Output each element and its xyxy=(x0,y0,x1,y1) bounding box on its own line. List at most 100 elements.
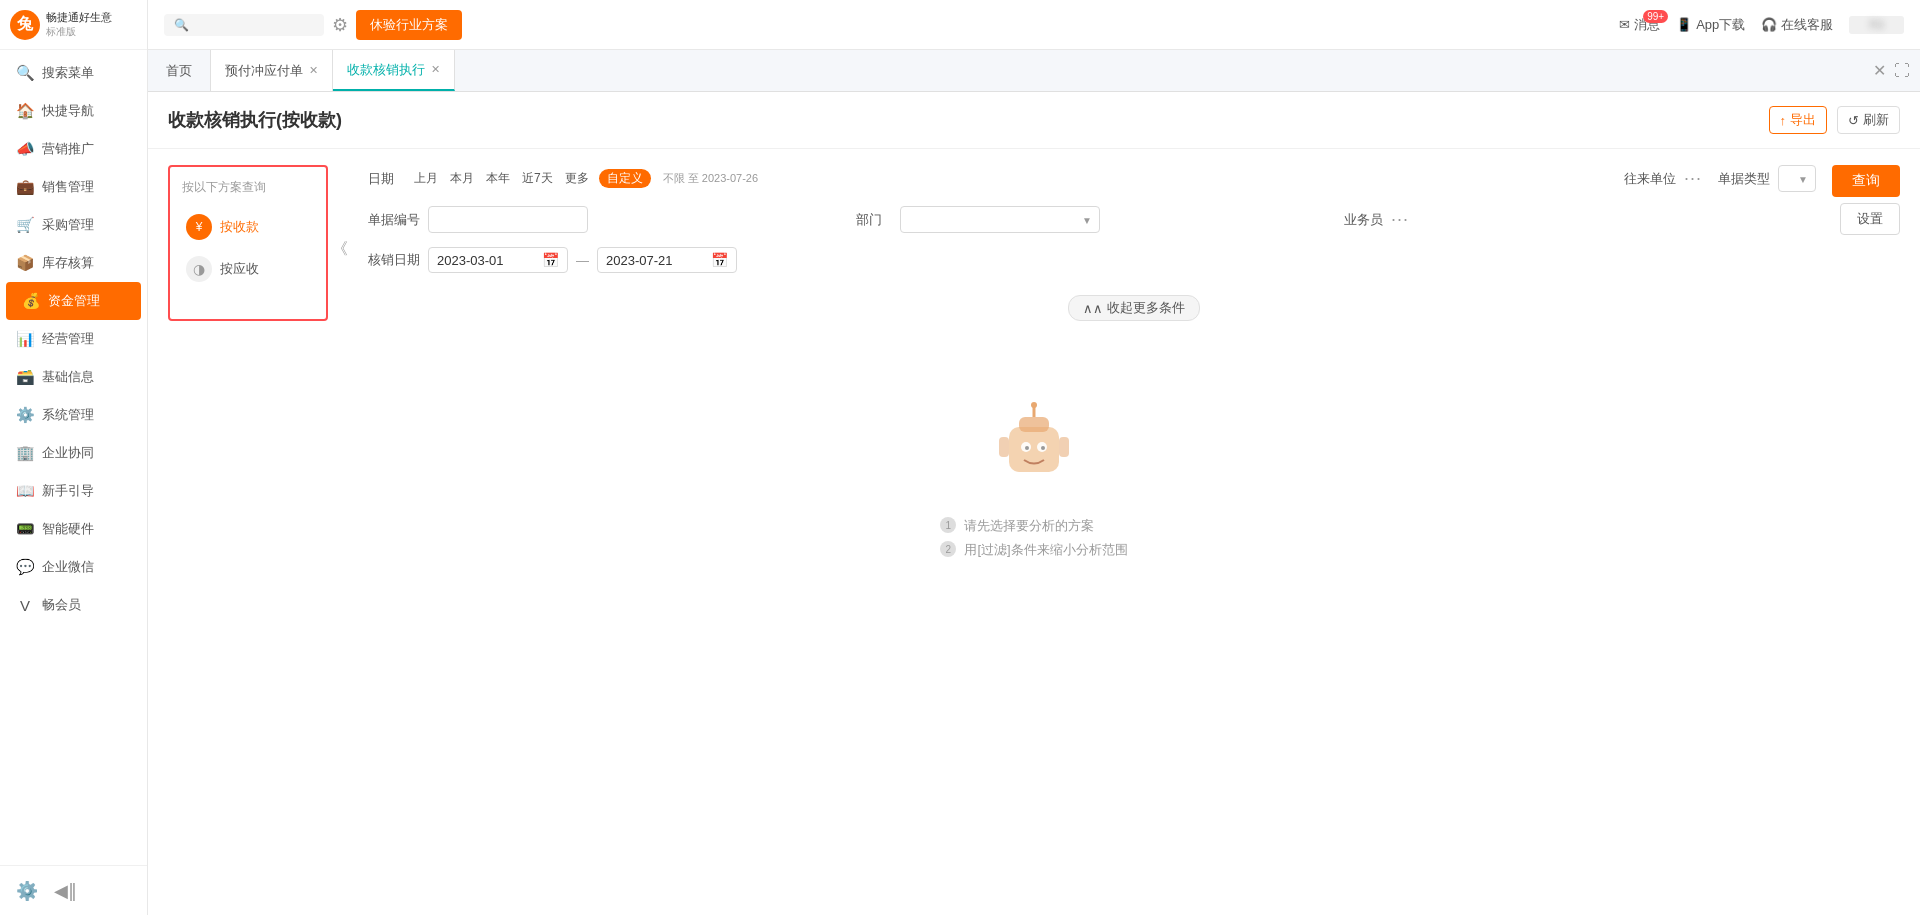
management-icon: 📊 xyxy=(16,330,34,348)
app-download-item[interactable]: 📱 App下载 xyxy=(1676,16,1745,34)
tab-verify[interactable]: 收款核销执行 ✕ xyxy=(333,50,455,91)
marketing-icon: 📣 xyxy=(16,140,34,158)
finance-icon: 💰 xyxy=(22,292,40,310)
search-icon: 🔍 xyxy=(174,18,189,32)
svg-rect-1 xyxy=(1019,417,1049,432)
tab-home[interactable]: 首页 xyxy=(148,50,211,91)
sidebar-item-hardware[interactable]: 📟 智能硬件 xyxy=(0,510,147,548)
filter-row-3: 核销日期 2023-03-01 📅 — 2023-07-21 📅 xyxy=(368,247,1816,273)
filter-row-2: 单据编号 部门 ▼ xyxy=(368,206,1816,233)
sidebar-item-enterprise[interactable]: 🏢 企业协同 xyxy=(0,434,147,472)
sidebar-item-quicknav[interactable]: 🏠 快捷导航 xyxy=(0,92,147,130)
filter-sidebar-title: 按以下方案查询 xyxy=(178,179,318,196)
calendar-to-icon[interactable]: 📅 xyxy=(711,252,728,268)
sidebar-item-management[interactable]: 📊 经营管理 xyxy=(0,320,147,358)
enterprise-icon: 🏢 xyxy=(16,444,34,462)
tab-verify-label: 收款核销执行 xyxy=(347,61,425,79)
doc-number-input[interactable] xyxy=(428,206,588,233)
query-button[interactable]: 查询 xyxy=(1832,165,1900,197)
tab-prepay-close[interactable]: ✕ xyxy=(309,64,318,77)
verify-date-label: 核销日期 xyxy=(368,251,420,269)
calendar-from-icon[interactable]: 📅 xyxy=(542,252,559,268)
shortcut-this-year[interactable]: 本年 xyxy=(484,170,512,187)
counterparty-more-icon[interactable]: ··· xyxy=(1684,168,1702,189)
tab-verify-close[interactable]: ✕ xyxy=(431,63,440,76)
sidebar-item-search[interactable]: 🔍 搜索菜单 xyxy=(0,54,147,92)
date-range-dash: — xyxy=(576,253,589,268)
sidebar-item-finance[interactable]: 💰 资金管理 xyxy=(6,282,141,320)
filter-settings-button[interactable]: 设置 xyxy=(1840,203,1900,235)
industry-button[interactable]: 休验行业方案 xyxy=(356,10,462,40)
shortcut-more[interactable]: 更多 xyxy=(563,170,591,187)
sidebar-footer: ⚙️ ◀‖ xyxy=(0,865,147,915)
collapse-sidebar-icon[interactable]: ◀‖ xyxy=(54,880,77,902)
shortcut-custom[interactable]: 自定义 xyxy=(599,169,651,188)
sidebar: 兔 畅捷通好生意 标准版 🔍 搜索菜单 🏠 快捷导航 📣 营销推广 💼 销售管理… xyxy=(0,0,148,915)
sidebar-item-management-label: 经营管理 xyxy=(42,330,94,348)
collapse-more-label: 收起更多条件 xyxy=(1107,299,1185,317)
sidebar-item-basic[interactable]: 🗃️ 基础信息 xyxy=(0,358,147,396)
sidebar-item-purchase-label: 采购管理 xyxy=(42,216,94,234)
tabbar: 首页 预付冲应付单 ✕ 收款核销执行 ✕ ✕ ⛶ xyxy=(148,50,1920,92)
settings-bottom-icon[interactable]: ⚙️ xyxy=(16,880,38,902)
sidebar-item-guide-label: 新手引导 xyxy=(42,482,94,500)
sidebar-item-inventory[interactable]: 📦 库存核算 xyxy=(0,244,147,282)
collapse-more-bar: ∧∧ 收起更多条件 xyxy=(368,287,1900,337)
sidebar-item-quicknav-label: 快捷导航 xyxy=(42,102,94,120)
sidebar-item-purchase[interactable]: 🛒 采购管理 xyxy=(0,206,147,244)
export-label: 导出 xyxy=(1790,111,1816,129)
online-service-item[interactable]: 🎧 在线客服 xyxy=(1761,16,1833,34)
date-range-hint: 不限 至 2023-07-26 xyxy=(663,171,758,186)
topbar-gear-icon[interactable]: ⚙ xyxy=(332,14,348,36)
shortcut-this-month[interactable]: 本月 xyxy=(448,170,476,187)
receivable-icon: ◑ xyxy=(186,256,212,282)
message-item[interactable]: ✉ 消息 99+ xyxy=(1619,16,1660,34)
user-info[interactable]: Rit xyxy=(1849,16,1904,34)
shortcut-7days[interactable]: 近7天 xyxy=(520,170,555,187)
online-service-label: 在线客服 xyxy=(1781,16,1833,34)
home-icon: 🏠 xyxy=(16,102,34,120)
collection-icon: ¥ xyxy=(186,214,212,240)
sidebar-item-wechat[interactable]: 💬 企业微信 xyxy=(0,548,147,586)
refresh-button[interactable]: ↺ 刷新 xyxy=(1837,106,1900,134)
sidebar-item-member[interactable]: V 畅会员 xyxy=(0,586,147,624)
sidebar-item-search-label: 搜索菜单 xyxy=(42,64,94,82)
filter-sidebar: 按以下方案查询 ¥ 按收款 ◑ 按应收 xyxy=(168,165,328,321)
svg-rect-8 xyxy=(999,437,1009,457)
export-button[interactable]: ↑ 导出 xyxy=(1769,106,1828,134)
topbar-search[interactable]: 🔍 xyxy=(164,14,324,36)
filter-panel: 按以下方案查询 ¥ 按收款 ◑ 按应收 《 xyxy=(148,149,1920,337)
sidebar-item-marketing[interactable]: 📣 营销推广 xyxy=(0,130,147,168)
sidebar-collapse-button[interactable]: 《 xyxy=(328,165,352,321)
staff-more-icon[interactable]: ··· xyxy=(1391,209,1409,230)
tab-prepay[interactable]: 预付冲应付单 ✕ xyxy=(211,50,333,91)
page-header: 收款核销执行(按收款) ↑ 导出 ↺ 刷新 xyxy=(148,92,1920,149)
sidebar-item-sales-label: 销售管理 xyxy=(42,178,94,196)
dept-select[interactable] xyxy=(900,206,1100,233)
filter-option-collection-label: 按收款 xyxy=(220,218,259,236)
chevron-left-icon: 《 xyxy=(332,239,348,260)
tab-close-all-icon[interactable]: ✕ xyxy=(1873,61,1886,80)
staff-label: 业务员 xyxy=(1344,211,1383,229)
filter-option-by-receivable[interactable]: ◑ 按应收 xyxy=(178,248,318,290)
tab-prepay-label: 预付冲应付单 xyxy=(225,62,303,80)
shortcut-last-month[interactable]: 上月 xyxy=(412,170,440,187)
logo-area: 兔 畅捷通好生意 标准版 xyxy=(0,0,147,50)
tip-num-2: 2 xyxy=(940,541,956,557)
staff-field: 业务员 ··· xyxy=(1344,209,1816,230)
tab-expand-icon[interactable]: ⛶ xyxy=(1894,62,1910,80)
dept-field: 部门 ▼ xyxy=(856,206,1328,233)
sidebar-item-system[interactable]: ⚙️ 系统管理 xyxy=(0,396,147,434)
counterparty-label: 往来单位 xyxy=(1624,170,1676,188)
filter-option-by-collection[interactable]: ¥ 按收款 xyxy=(178,206,318,248)
doc-type-select[interactable] xyxy=(1778,165,1816,192)
page-title: 收款核销执行(按收款) xyxy=(168,108,342,146)
export-icon: ↑ xyxy=(1780,113,1787,128)
refresh-label: 刷新 xyxy=(1863,111,1889,129)
inventory-icon: 📦 xyxy=(16,254,34,272)
verify-date-to: 2023-07-21 xyxy=(606,253,707,268)
verify-date-from: 2023-03-01 xyxy=(437,253,538,268)
sidebar-item-sales[interactable]: 💼 销售管理 xyxy=(0,168,147,206)
collapse-more-button[interactable]: ∧∧ 收起更多条件 xyxy=(1068,295,1200,321)
sidebar-item-guide[interactable]: 📖 新手引导 xyxy=(0,472,147,510)
